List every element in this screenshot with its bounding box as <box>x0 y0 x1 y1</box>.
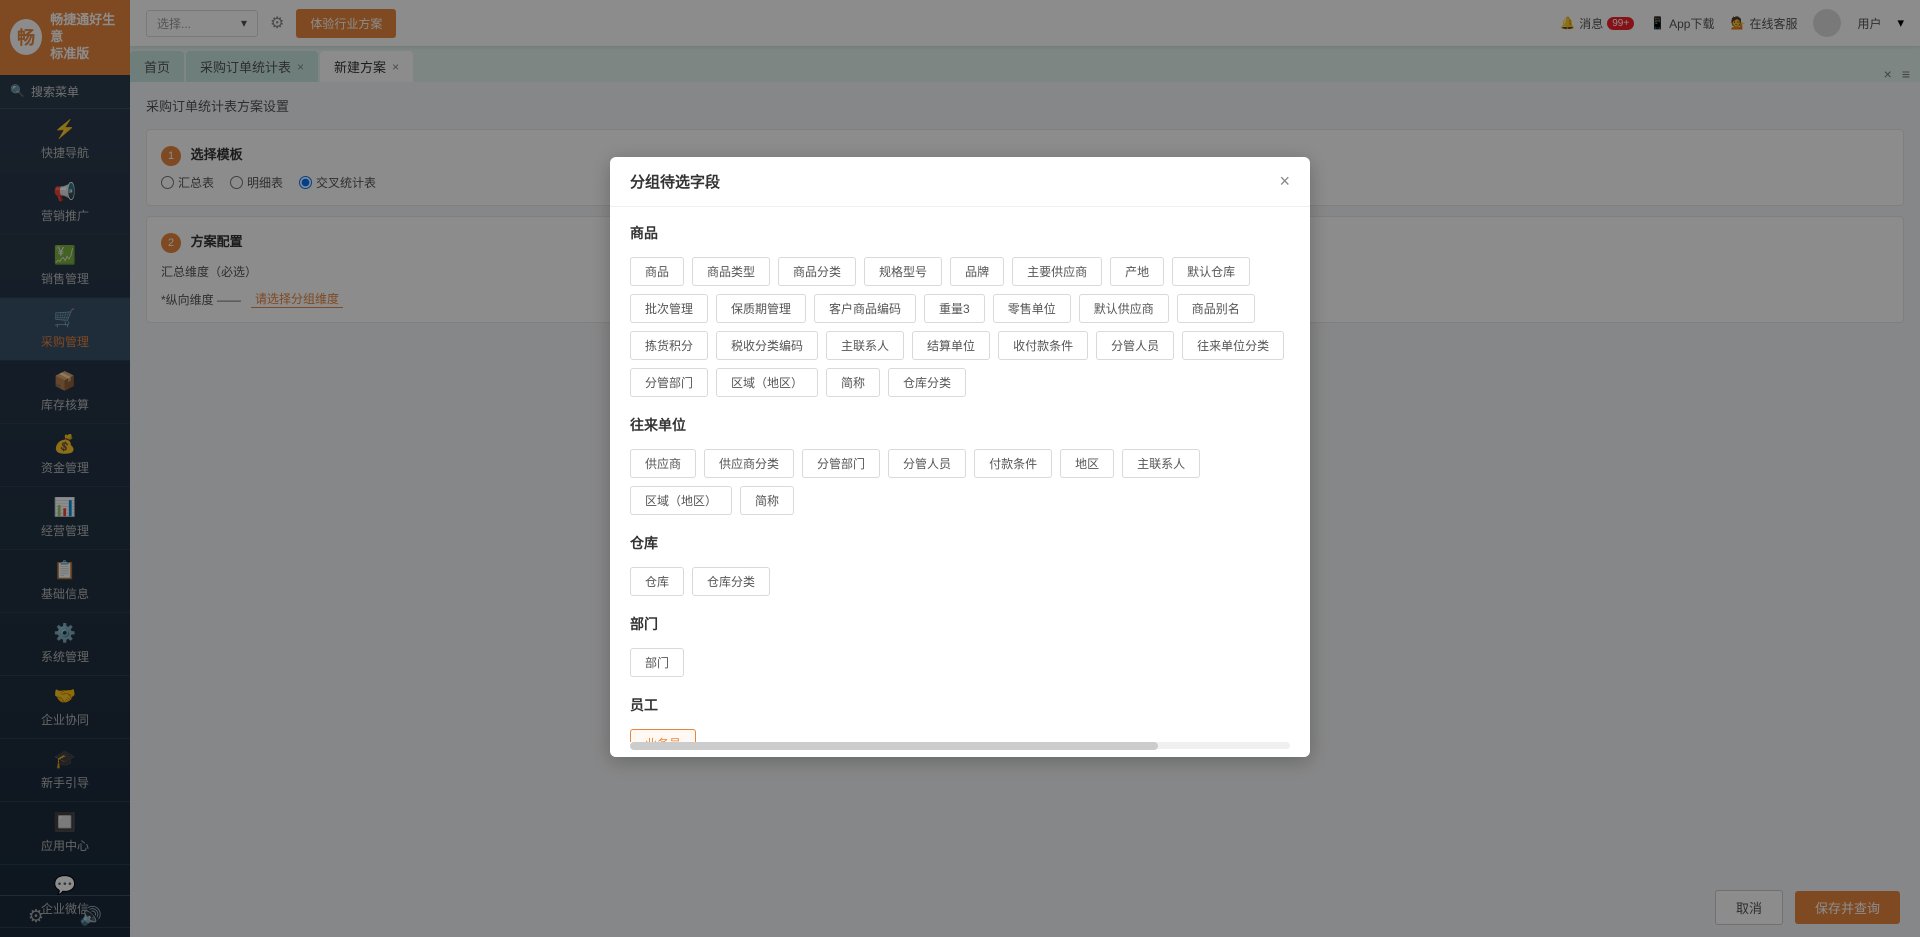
tag-商品[interactable]: 商品 <box>630 257 684 286</box>
tag-部门[interactable]: 部门 <box>630 648 684 677</box>
tag-grid-warehouse: 仓库仓库分类 <box>630 567 1290 596</box>
tag-重量3[interactable]: 重量3 <box>924 294 985 323</box>
tag-分管部门[interactable]: 分管部门 <box>802 449 880 478</box>
tag-品牌[interactable]: 品牌 <box>950 257 1004 286</box>
tag-规格型号[interactable]: 规格型号 <box>864 257 942 286</box>
tag-主联系人[interactable]: 主联系人 <box>826 331 904 360</box>
tag-仓库[interactable]: 仓库 <box>630 567 684 596</box>
tag-grid-partner: 供应商供应商分类分管部门分管人员付款条件地区主联系人区域（地区） 简称 <box>630 449 1290 515</box>
tag-grid-goods: 商品商品类型商品分类规格型号品牌主要供应商产地默认仓库批次管理保质期管理客户商品… <box>630 257 1290 397</box>
modal-body: 商品商品商品类型商品分类规格型号品牌主要供应商产地默认仓库批次管理保质期管理客户… <box>610 207 1310 743</box>
tag-批次管理[interactable]: 批次管理 <box>630 294 708 323</box>
tag-默认仓库[interactable]: 默认仓库 <box>1172 257 1250 286</box>
tag-产地[interactable]: 产地 <box>1110 257 1164 286</box>
modal-scrollbar-x[interactable] <box>630 742 1290 748</box>
tag-区域（地区）[interactable]: 区域（地区） <box>716 368 818 397</box>
modal-section-partner: 往来单位供应商供应商分类分管部门分管人员付款条件地区主联系人区域（地区） 简称 <box>630 415 1290 515</box>
tag-供应商[interactable]: 供应商 <box>630 449 696 478</box>
modal-header: 分组待选字段 × <box>610 157 1310 207</box>
tag-拣货积分[interactable]: 拣货积分 <box>630 331 708 360</box>
tag-主要供应商[interactable]: 主要供应商 <box>1012 257 1102 286</box>
tag-往来单位分类[interactable]: 往来单位分类 <box>1182 331 1284 360</box>
tag-收付款条件[interactable]: 收付款条件 <box>998 331 1088 360</box>
tag-客户商品编码[interactable]: 客户商品编码 <box>814 294 916 323</box>
tag-仓库分类[interactable]: 仓库分类 <box>692 567 770 596</box>
tag-商品别名[interactable]: 商品别名 <box>1177 294 1255 323</box>
section-title-department: 部门 <box>630 614 1290 638</box>
tag-分管部门[interactable]: 分管部门 <box>630 368 708 397</box>
scrollbar-thumb <box>630 742 1158 750</box>
tag-分管人员[interactable]: 分管人员 <box>888 449 966 478</box>
tag-零售单位[interactable]: 零售单位 <box>993 294 1071 323</box>
tag-商品类型[interactable]: 商品类型 <box>692 257 770 286</box>
tag-付款条件[interactable]: 付款条件 <box>974 449 1052 478</box>
modal-section-goods: 商品商品商品类型商品分类规格型号品牌主要供应商产地默认仓库批次管理保质期管理客户… <box>630 223 1290 397</box>
tag-业务员[interactable]: 业务员 <box>630 729 696 743</box>
tag-区域（地区）[interactable]: 区域（地区） <box>630 486 732 515</box>
tag-供应商分类[interactable]: 供应商分类 <box>704 449 794 478</box>
tag-保质期管理[interactable]: 保质期管理 <box>716 294 806 323</box>
tag-简称[interactable]: 简称 <box>740 486 794 515</box>
modal-section-warehouse: 仓库仓库仓库分类 <box>630 533 1290 596</box>
tag-默认供应商[interactable]: 默认供应商 <box>1079 294 1169 323</box>
tag-仓库分类[interactable]: 仓库分类 <box>888 368 966 397</box>
section-title-goods: 商品 <box>630 223 1290 247</box>
tag-主联系人[interactable]: 主联系人 <box>1122 449 1200 478</box>
section-title-partner: 往来单位 <box>630 415 1290 439</box>
modal-field-selector: 分组待选字段 × 商品商品商品类型商品分类规格型号品牌主要供应商产地默认仓库批次… <box>610 157 1310 757</box>
tag-地区[interactable]: 地区 <box>1060 449 1114 478</box>
tag-grid-department: 部门 <box>630 648 1290 677</box>
section-title-employee: 员工 <box>630 695 1290 719</box>
tag-结算单位[interactable]: 结算单位 <box>912 331 990 360</box>
tag-税收分类编码[interactable]: 税收分类编码 <box>716 331 818 360</box>
section-title-warehouse: 仓库 <box>630 533 1290 557</box>
modal-title: 分组待选字段 <box>630 171 720 192</box>
modal-close-button[interactable]: × <box>1279 171 1290 192</box>
tag-简称[interactable]: 简称 <box>826 368 880 397</box>
tag-grid-employee: 业务员 <box>630 729 1290 743</box>
tag-商品分类[interactable]: 商品分类 <box>778 257 856 286</box>
modal-section-department: 部门部门 <box>630 614 1290 677</box>
tag-分管人员[interactable]: 分管人员 <box>1096 331 1174 360</box>
modal-section-employee: 员工业务员 <box>630 695 1290 743</box>
